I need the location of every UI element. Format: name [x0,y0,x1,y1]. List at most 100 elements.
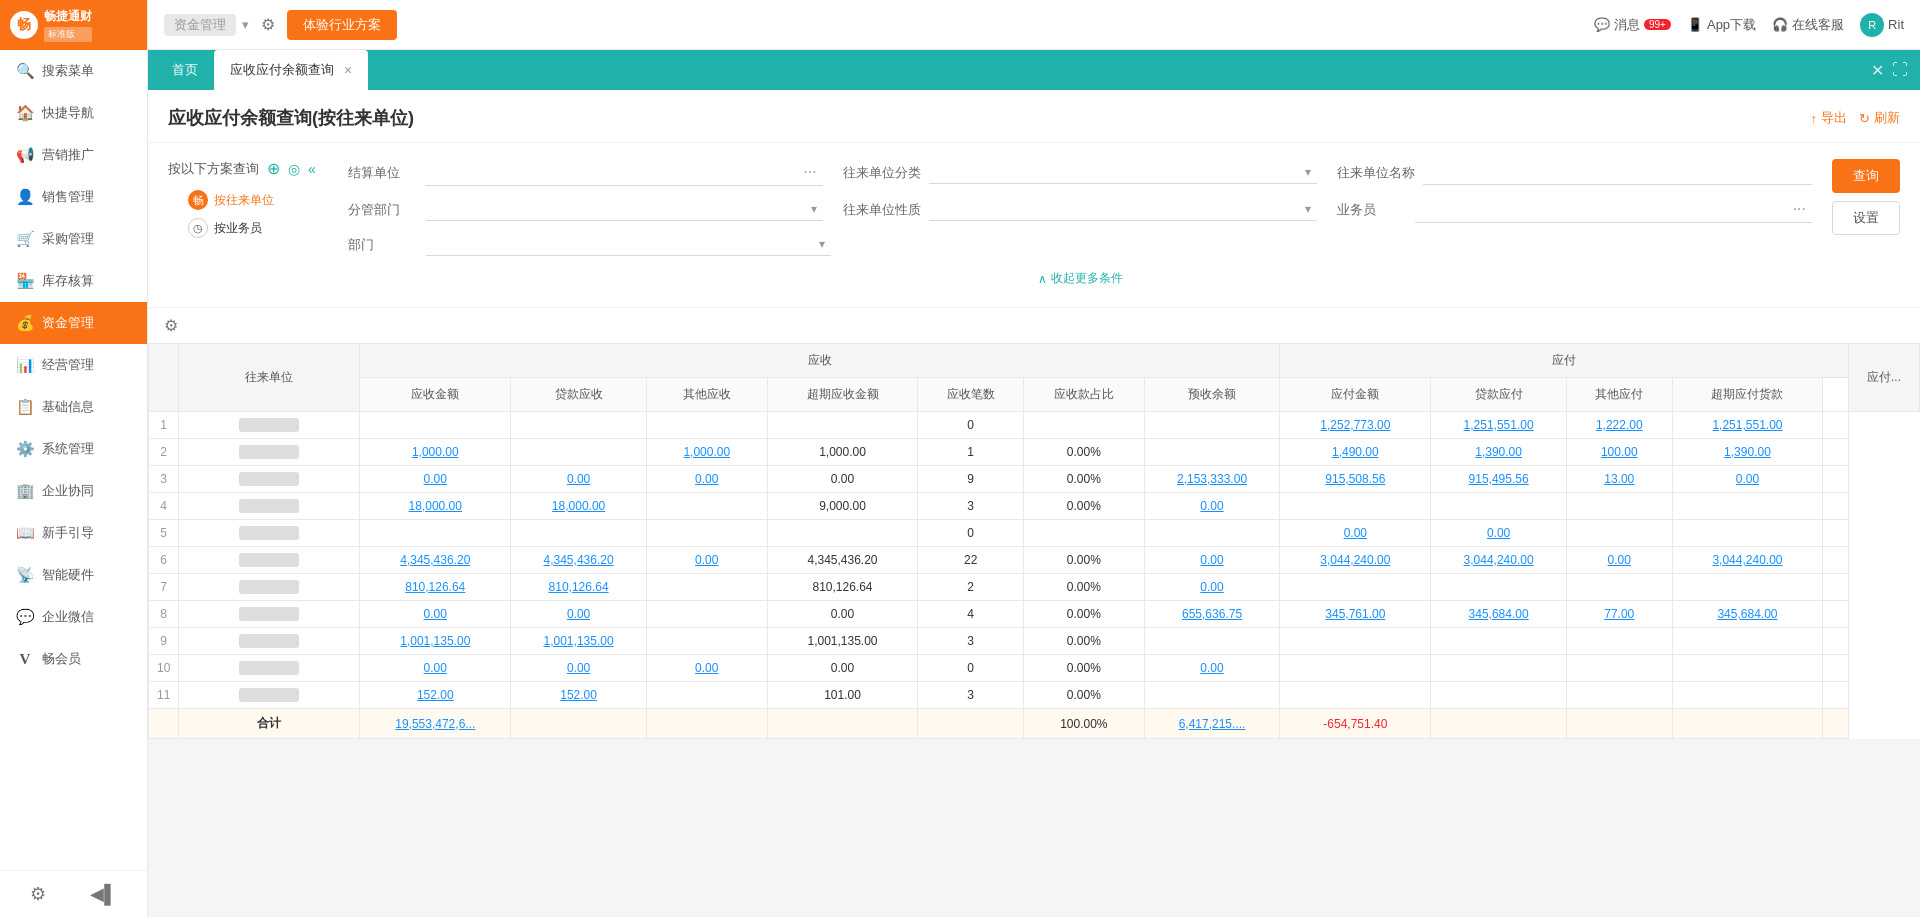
online-service[interactable]: 🎧 在线客服 [1772,16,1844,34]
quick-nav-icon: 🏠 [16,104,34,122]
sidebar-item-inventory[interactable]: 🏪 库存核算 [0,260,147,302]
sidebar-item-finance[interactable]: 💰 资金管理 [0,302,147,344]
filter-group-partner[interactable]: 畅 按往来单位 [188,190,328,210]
partner-nature-field: 往来单位性质 ▾ [843,198,1318,221]
tab-home[interactable]: 首页 [156,50,214,90]
notification-icon: 💬 [1594,17,1610,32]
notifications[interactable]: 💬 消息 99+ [1594,16,1671,34]
department-field: 部门 ▾ [348,233,831,256]
add-filter-icon[interactable]: ⊕ [267,159,280,178]
search-menu-icon: 🔍 [16,62,34,80]
partner-nature-arrow[interactable]: ▾ [1305,202,1311,216]
sidebar-bottom: ⚙ ◀▌ [0,870,147,917]
salesperson-dots[interactable]: ··· [1793,200,1806,218]
table-toolbar: ⚙ [148,308,1920,343]
member-icon: V [16,651,34,668]
sidebar-item-quick-nav[interactable]: 🏠 快捷导航 [0,92,147,134]
app-download[interactable]: 📱 App下载 [1687,16,1756,34]
tabbar-expand-icon[interactable]: ⛶ [1892,61,1908,79]
collapse-icon: ∧ [1038,272,1047,286]
sidebar-item-member[interactable]: V 畅会员 [0,638,147,680]
col-other-payable: 其他应付 [1566,378,1672,412]
department-label: 部门 [348,236,418,254]
sidebar-item-enterprise[interactable]: 🏢 企业协同 [0,470,147,512]
tabbar-close-all-icon[interactable]: ✕ [1871,61,1884,80]
guide-icon: 📖 [16,524,34,542]
settings-button[interactable]: 设置 [1832,201,1900,235]
col-prepaid-balance: 预收余额 [1144,378,1280,412]
table-row: 9XXXXX1,001,135.001,001,135.001,001,135.… [149,628,1920,655]
sidebar-item-system[interactable]: ⚙️ 系统管理 [0,428,147,470]
export-button[interactable]: ↑ 导出 [1811,109,1848,127]
filter-row-1: 结算单位 ··· 往来单位分类 ▾ [348,159,1812,186]
table-row: 10XXXXX0.000.000.000.0000.00%0.00 [149,655,1920,682]
col-payable-amount: 应付金额 [1280,378,1431,412]
sales-icon: 👤 [16,188,34,206]
table-settings-icon[interactable]: ⚙ [164,316,178,335]
filter-group-salesperson[interactable]: ◷ 按业务员 [188,218,328,238]
breadcrumb-text: 资金管理 [164,14,236,36]
department-arrow[interactable]: ▾ [819,237,825,251]
sidebar-item-operations[interactable]: 📊 经营管理 [0,344,147,386]
user-info[interactable]: R Rit [1860,13,1904,37]
filter-scheme-selector: 按以下方案查询 ⊕ ◎ « 畅 按往来单位 ◷ [168,159,328,291]
sidebar-item-wechat[interactable]: 💬 企业微信 [0,596,147,638]
filter-collapse-icon[interactable]: « [308,161,316,177]
sidebar-settings-icon[interactable]: ⚙ [30,883,46,905]
tab-close-icon[interactable]: × [344,62,352,78]
partner-category-arrow[interactable]: ▾ [1305,165,1311,179]
col-receivable-count: 应收笔数 [918,378,1024,412]
settlement-unit-label: 结算单位 [348,164,418,182]
col-other-receivable: 其他应收 [646,378,767,412]
table-row: 1XXXXX01,252,773.001,251,551.001,222.001… [149,412,1920,439]
filter-row-2: 分管部门 ▾ 往来单位性质 ▾ [348,196,1812,223]
logo: 畅 畅捷通财 标准版 [0,0,147,50]
query-button[interactable]: 查询 [1832,159,1900,193]
partner-category-label: 往来单位分类 [843,164,921,182]
collapse-button[interactable]: ∧ 收起更多条件 [348,266,1812,291]
sidebar-item-base-info[interactable]: 📋 基础信息 [0,386,147,428]
col-loan-receivable: 贷款应收 [511,378,647,412]
table-scroll-area[interactable]: 往来单位 应收 应付 应付... 应收金额 贷款应收 其他应收 超期应收金额 应… [148,343,1920,739]
col-index [149,344,179,412]
avatar: R [1860,13,1884,37]
page-title: 应收应付余额查询(按往来单位) [168,106,414,130]
col-overdue-payable: 超期应付货款 [1672,378,1823,412]
total-row: 合计 19,553,472,6... 100.00% 6,417,215....… [149,709,1920,739]
sidebar-item-search-menu[interactable]: 🔍 搜索菜单 [0,50,147,92]
sidebar-item-guide[interactable]: 📖 新手引导 [0,512,147,554]
sidebar-item-sales[interactable]: 👤 销售管理 [0,176,147,218]
refresh-button[interactable]: ↻ 刷新 [1859,109,1900,127]
promo-button[interactable]: 体验行业方案 [287,10,397,40]
inventory-icon: 🏪 [16,272,34,290]
sidebar-item-purchase[interactable]: 🛒 采购管理 [0,218,147,260]
settlement-unit-dots[interactable]: ··· [803,163,816,181]
marketing-icon: 📢 [16,146,34,164]
sidebar-collapse-icon[interactable]: ◀▌ [90,883,117,905]
col-payable-group: 应付 [1280,344,1849,378]
finance-icon: 💰 [16,314,34,332]
filter-action-buttons: 查询 设置 [1832,159,1900,291]
managing-dept-arrow[interactable]: ▾ [811,202,817,216]
online-service-icon: 🎧 [1772,17,1788,32]
tab-receivable[interactable]: 应收应付余额查询 × [214,50,368,90]
filter-header: 按以下方案查询 ⊕ ◎ « [168,159,328,178]
sidebar-item-smart-hw[interactable]: 📡 智能硬件 [0,554,147,596]
partner-group-label: 按往来单位 [214,192,274,209]
partner-name-input[interactable] [1423,161,1812,185]
sidebar: 畅 畅捷通财 标准版 🔍 搜索菜单 🏠 快捷导航 📢 营销推广 👤 销售管理 🛒… [0,0,148,917]
partner-name-label: 往来单位名称 [1337,164,1415,182]
topbar-settings-icon[interactable]: ⚙ [261,15,275,34]
page-header: 应收应付余额查询(按往来单位) ↑ 导出 ↻ 刷新 [148,90,1920,143]
table-row: 8XXXXX0.000.000.0040.00%655,636.75345,76… [149,601,1920,628]
col-receivable-group: 应收 [360,344,1280,378]
tabbar-right: ✕ ⛶ [1871,61,1920,80]
tabbar: 首页 应收应付余额查询 × ✕ ⛶ [148,50,1920,90]
table-row: 2XXXXX1,000.001,000.001,000.0010.00%1,49… [149,439,1920,466]
wechat-icon: 💬 [16,608,34,626]
sidebar-item-marketing[interactable]: 📢 营销推广 [0,134,147,176]
table-row: 7XXXXX810,126.64810,126.64810,126.6420.0… [149,574,1920,601]
export-icon: ↑ [1811,111,1818,126]
filter-settings-icon[interactable]: ◎ [288,161,300,177]
system-icon: ⚙️ [16,440,34,458]
